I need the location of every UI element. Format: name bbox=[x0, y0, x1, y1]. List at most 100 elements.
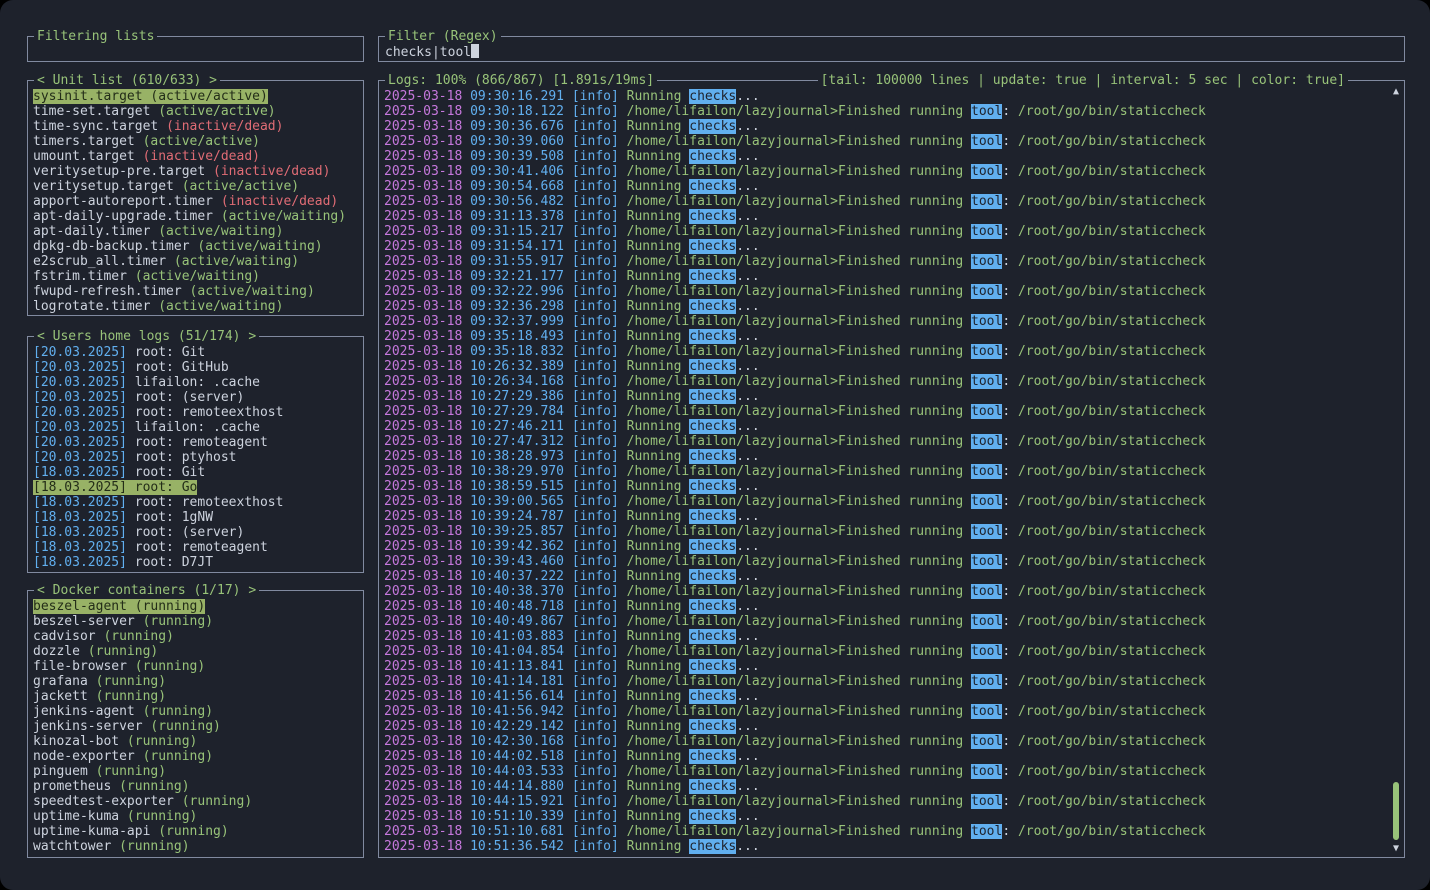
log-line[interactable]: 2025-03-18 09:32:36.298 [info] Running c… bbox=[384, 299, 1383, 314]
log-line[interactable]: 2025-03-18 10:44:14.880 [info] Running c… bbox=[384, 779, 1383, 794]
log-line[interactable]: 2025-03-18 10:40:48.718 [info] Running c… bbox=[384, 599, 1383, 614]
docker-container-item[interactable]: file-browser (running) bbox=[33, 659, 358, 674]
users-log-item[interactable]: [18.03.2025] root: 1gNW bbox=[33, 510, 358, 525]
log-line[interactable]: 2025-03-18 10:39:25.857 [info] /home/lif… bbox=[384, 524, 1383, 539]
log-line[interactable]: 2025-03-18 10:26:34.168 [info] /home/lif… bbox=[384, 374, 1383, 389]
log-line[interactable]: 2025-03-18 10:27:46.211 [info] Running c… bbox=[384, 419, 1383, 434]
filter-regex-input[interactable]: checks|tool bbox=[379, 37, 1404, 61]
unit-list-item[interactable]: timers.target (active/active) bbox=[33, 134, 358, 149]
log-line[interactable]: 2025-03-18 10:44:15.921 [info] /home/lif… bbox=[384, 794, 1383, 809]
logs-scrollbar[interactable]: ▲ ▼ bbox=[1390, 85, 1402, 854]
log-line[interactable]: 2025-03-18 09:31:15.217 [info] /home/lif… bbox=[384, 224, 1383, 239]
log-line[interactable]: 2025-03-18 09:30:54.668 [info] Running c… bbox=[384, 179, 1383, 194]
docker-container-item[interactable]: jenkins-server (running) bbox=[33, 719, 358, 734]
users-log-item[interactable]: [18.03.2025] root: remoteagent bbox=[33, 540, 358, 555]
log-line[interactable]: 2025-03-18 10:41:56.942 [info] /home/lif… bbox=[384, 704, 1383, 719]
users-log-item[interactable]: [18.03.2025] root: Go bbox=[33, 480, 358, 495]
log-line[interactable]: 2025-03-18 10:39:24.787 [info] Running c… bbox=[384, 509, 1383, 524]
log-line[interactable]: 2025-03-18 09:30:41.406 [info] /home/lif… bbox=[384, 164, 1383, 179]
unit-list-item[interactable]: apt-daily.timer (active/waiting) bbox=[33, 224, 358, 239]
docker-container-item[interactable]: kinozal-bot (running) bbox=[33, 734, 358, 749]
log-line[interactable]: 2025-03-18 10:51:36.542 [info] Running c… bbox=[384, 839, 1383, 854]
users-log-item[interactable]: [20.03.2025] root: Git bbox=[33, 345, 358, 360]
log-line[interactable]: 2025-03-18 09:35:18.493 [info] Running c… bbox=[384, 329, 1383, 344]
unit-list-item[interactable]: fwupd-refresh.timer (active/waiting) bbox=[33, 284, 358, 299]
log-line[interactable]: 2025-03-18 10:41:03.883 [info] Running c… bbox=[384, 629, 1383, 644]
docker-container-item[interactable]: uptime-kuma-api (running) bbox=[33, 824, 358, 839]
unit-list-item[interactable]: fstrim.timer (active/waiting) bbox=[33, 269, 358, 284]
scrollbar-thumb[interactable] bbox=[1393, 782, 1399, 840]
users-log-item[interactable]: [20.03.2025] lifailon: .cache bbox=[33, 375, 358, 390]
log-line[interactable]: 2025-03-18 10:27:29.784 [info] /home/lif… bbox=[384, 404, 1383, 419]
unit-list-item[interactable]: sysinit.target (active/active) bbox=[33, 89, 358, 104]
log-line[interactable]: 2025-03-18 10:51:10.681 [info] /home/lif… bbox=[384, 824, 1383, 839]
docker-container-item[interactable]: watchtower (running) bbox=[33, 839, 358, 854]
users-log-item[interactable]: [18.03.2025] root: Git bbox=[33, 465, 358, 480]
docker-container-item[interactable]: dozzle (running) bbox=[33, 644, 358, 659]
log-line[interactable]: 2025-03-18 10:38:29.970 [info] /home/lif… bbox=[384, 464, 1383, 479]
users-log-item[interactable]: [18.03.2025] root: remoteexthost bbox=[33, 495, 358, 510]
users-log-item[interactable]: [20.03.2025] root: ptyhost bbox=[33, 450, 358, 465]
unit-list-item[interactable]: e2scrub_all.timer (active/waiting) bbox=[33, 254, 358, 269]
log-line[interactable]: 2025-03-18 10:39:00.565 [info] /home/lif… bbox=[384, 494, 1383, 509]
log-line[interactable]: 2025-03-18 10:38:59.515 [info] Running c… bbox=[384, 479, 1383, 494]
users-log-item[interactable]: [20.03.2025] root: GitHub bbox=[33, 360, 358, 375]
log-line[interactable]: 2025-03-18 09:30:16.291 [info] Running c… bbox=[384, 89, 1383, 104]
users-log-item[interactable]: [18.03.2025] root: D7JT bbox=[33, 555, 358, 570]
log-line[interactable]: 2025-03-18 09:30:18.122 [info] /home/lif… bbox=[384, 104, 1383, 119]
unit-list-item[interactable]: veritysetup.target (active/active) bbox=[33, 179, 358, 194]
log-line[interactable]: 2025-03-18 10:40:38.370 [info] /home/lif… bbox=[384, 584, 1383, 599]
log-line[interactable]: 2025-03-18 09:31:13.378 [info] Running c… bbox=[384, 209, 1383, 224]
log-line[interactable]: 2025-03-18 10:42:30.168 [info] /home/lif… bbox=[384, 734, 1383, 749]
log-line[interactable]: 2025-03-18 10:41:04.854 [info] /home/lif… bbox=[384, 644, 1383, 659]
log-line[interactable]: 2025-03-18 10:39:42.362 [info] Running c… bbox=[384, 539, 1383, 554]
log-line[interactable]: 2025-03-18 10:44:02.518 [info] Running c… bbox=[384, 749, 1383, 764]
log-line[interactable]: 2025-03-18 10:44:03.533 [info] /home/lif… bbox=[384, 764, 1383, 779]
log-line[interactable]: 2025-03-18 10:38:28.973 [info] Running c… bbox=[384, 449, 1383, 464]
log-line[interactable]: 2025-03-18 10:39:43.460 [info] /home/lif… bbox=[384, 554, 1383, 569]
users-log-item[interactable]: [20.03.2025] lifailon: .cache bbox=[33, 420, 358, 435]
unit-list-item[interactable]: veritysetup-pre.target (inactive/dead) bbox=[33, 164, 358, 179]
log-line[interactable]: 2025-03-18 09:30:56.482 [info] /home/lif… bbox=[384, 194, 1383, 209]
log-line[interactable]: 2025-03-18 09:32:37.999 [info] /home/lif… bbox=[384, 314, 1383, 329]
docker-container-item[interactable]: beszel-server (running) bbox=[33, 614, 358, 629]
log-line[interactable]: 2025-03-18 09:30:36.676 [info] Running c… bbox=[384, 119, 1383, 134]
log-line[interactable]: 2025-03-18 10:41:56.614 [info] Running c… bbox=[384, 689, 1383, 704]
unit-list-item[interactable]: time-sync.target (inactive/dead) bbox=[33, 119, 358, 134]
log-line[interactable]: 2025-03-18 10:41:14.181 [info] /home/lif… bbox=[384, 674, 1383, 689]
unit-list-item[interactable]: time-set.target (active/active) bbox=[33, 104, 358, 119]
docker-container-item[interactable]: speedtest-exporter (running) bbox=[33, 794, 358, 809]
log-line[interactable]: 2025-03-18 10:27:29.386 [info] Running c… bbox=[384, 389, 1383, 404]
users-log-item[interactable]: [18.03.2025] root: (server) bbox=[33, 525, 358, 540]
unit-list-item[interactable]: dpkg-db-backup.timer (active/waiting) bbox=[33, 239, 358, 254]
log-line[interactable]: 2025-03-18 10:40:37.222 [info] Running c… bbox=[384, 569, 1383, 584]
log-line[interactable]: 2025-03-18 10:27:47.312 [info] /home/lif… bbox=[384, 434, 1383, 449]
log-line[interactable]: 2025-03-18 10:42:29.142 [info] Running c… bbox=[384, 719, 1383, 734]
users-log-item[interactable]: [20.03.2025] root: (server) bbox=[33, 390, 358, 405]
users-log-item[interactable]: [20.03.2025] root: remoteexthost bbox=[33, 405, 358, 420]
log-line[interactable]: 2025-03-18 10:40:49.867 [info] /home/lif… bbox=[384, 614, 1383, 629]
log-line[interactable]: 2025-03-18 09:32:21.177 [info] Running c… bbox=[384, 269, 1383, 284]
scroll-up-icon[interactable]: ▲ bbox=[1390, 87, 1402, 97]
log-line[interactable]: 2025-03-18 09:30:39.060 [info] /home/lif… bbox=[384, 134, 1383, 149]
scroll-down-icon[interactable]: ▼ bbox=[1390, 844, 1402, 854]
docker-container-item[interactable]: jenkins-agent (running) bbox=[33, 704, 358, 719]
docker-container-item[interactable]: uptime-kuma (running) bbox=[33, 809, 358, 824]
docker-container-item[interactable]: grafana (running) bbox=[33, 674, 358, 689]
log-line[interactable]: 2025-03-18 10:26:32.389 [info] Running c… bbox=[384, 359, 1383, 374]
users-log-item[interactable]: [20.03.2025] root: remoteagent bbox=[33, 435, 358, 450]
log-line[interactable]: 2025-03-18 09:31:54.171 [info] Running c… bbox=[384, 239, 1383, 254]
docker-container-item[interactable]: pinguem (running) bbox=[33, 764, 358, 779]
unit-list-item[interactable]: apt-daily-upgrade.timer (active/waiting) bbox=[33, 209, 358, 224]
docker-container-item[interactable]: prometheus (running) bbox=[33, 779, 358, 794]
docker-container-item[interactable]: node-exporter (running) bbox=[33, 749, 358, 764]
unit-list-item[interactable]: umount.target (inactive/dead) bbox=[33, 149, 358, 164]
unit-list-item[interactable]: apport-autoreport.timer (inactive/dead) bbox=[33, 194, 358, 209]
unit-list-item[interactable]: logrotate.timer (active/waiting) bbox=[33, 299, 358, 314]
docker-container-item[interactable]: beszel-agent (running) bbox=[33, 599, 358, 614]
log-line[interactable]: 2025-03-18 10:51:10.339 [info] Running c… bbox=[384, 809, 1383, 824]
log-line[interactable]: 2025-03-18 09:30:39.508 [info] Running c… bbox=[384, 149, 1383, 164]
docker-container-item[interactable]: jackett (running) bbox=[33, 689, 358, 704]
log-line[interactable]: 2025-03-18 09:32:22.996 [info] /home/lif… bbox=[384, 284, 1383, 299]
docker-container-item[interactable]: cadvisor (running) bbox=[33, 629, 358, 644]
